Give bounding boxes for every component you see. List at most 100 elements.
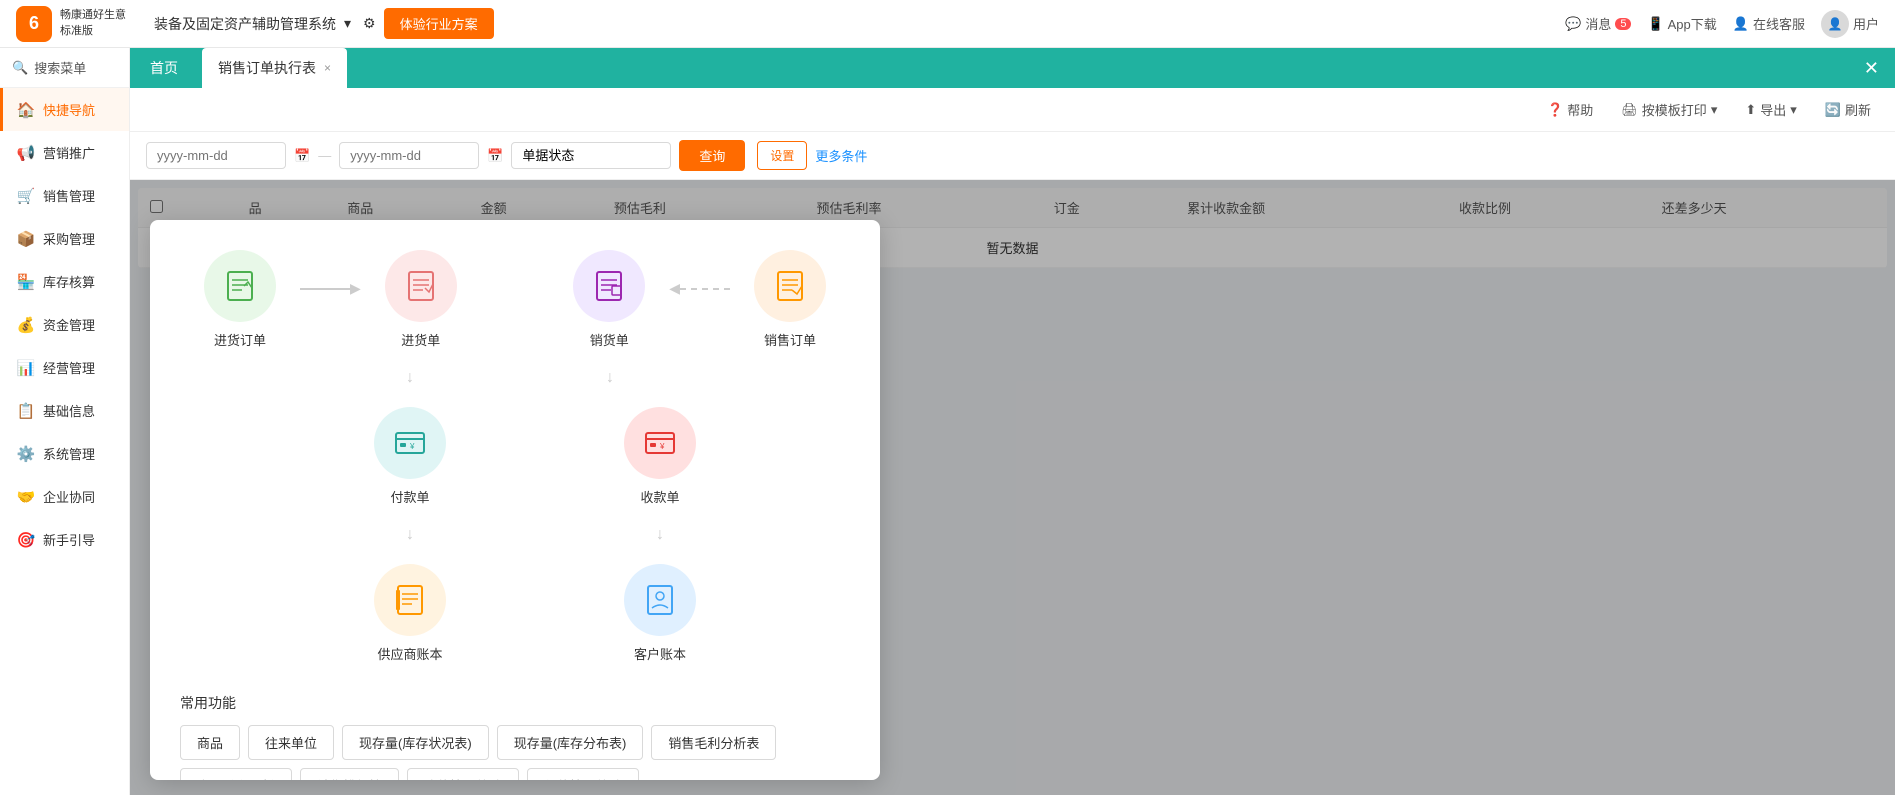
- app-download-label: App下载: [1668, 14, 1717, 33]
- sidebar-item-label-sales: 销售管理: [43, 186, 95, 205]
- flow-row-1: 进货订单 ▶: [180, 250, 850, 349]
- page-content: 品 商品 金额 预估毛利 预估毛利率 订金 累计收款金额 收款比例 还差多少天: [130, 180, 1895, 795]
- sidebar-item-quick-nav[interactable]: 🏠 快捷导航: [0, 88, 129, 131]
- purchase-order-label: 进货订单: [214, 330, 266, 349]
- arrow-2: ◀: [669, 280, 730, 297]
- sidebar-item-operations[interactable]: 📊 经营管理: [0, 346, 129, 389]
- tab-bar: 首页 销售订单执行表 × ✕: [130, 48, 1895, 88]
- sidebar-item-basic[interactable]: 📋 基础信息: [0, 389, 129, 432]
- func-btn-sales-profit[interactable]: 销售毛利分析表: [651, 725, 776, 760]
- gear-icon[interactable]: ⚙: [363, 15, 376, 32]
- service-icon: 👤: [1733, 16, 1749, 32]
- date-separator: —: [318, 148, 331, 163]
- down-arrow-payment-out: ↓: [350, 526, 470, 544]
- sidebar-item-sales[interactable]: 🛒 销售管理: [0, 174, 129, 217]
- tab-close-icon[interactable]: ×: [324, 61, 331, 75]
- more-conditions-link[interactable]: 更多条件: [815, 146, 867, 165]
- sidebar-item-purchase[interactable]: 📦 采购管理: [0, 217, 129, 260]
- template-print-label: 按模板打印: [1642, 100, 1707, 119]
- logo-area: 6 畅康通好生意 标准版: [16, 6, 146, 42]
- export-label: 导出: [1760, 100, 1786, 119]
- dropdown-icon[interactable]: ▾: [344, 15, 351, 32]
- status-select[interactable]: 单据状态: [511, 142, 671, 169]
- online-service-button[interactable]: 👤 在线客服: [1733, 14, 1805, 33]
- func-btn-stock-status[interactable]: 现存量(库存状况表): [342, 725, 489, 760]
- sidebar-item-label-quick-nav: 快捷导航: [43, 100, 95, 119]
- search-icon: 🔍: [12, 60, 28, 76]
- export-icon: ⬆: [1745, 102, 1756, 118]
- sidebar-item-system[interactable]: ⚙️ 系统管理: [0, 432, 129, 475]
- print-icon: 🖨: [1621, 102, 1638, 118]
- query-button[interactable]: 查询: [679, 140, 745, 171]
- sales-order-icon: [754, 250, 826, 322]
- template-print-button[interactable]: 🖨 按模板打印 ▾: [1613, 96, 1725, 123]
- window-close-button[interactable]: ✕: [1864, 58, 1879, 79]
- func-btn-payment-stat[interactable]: 付款情况统计: [527, 768, 639, 780]
- func-grid: 商品 往来单位 现存量(库存状况表) 现存量(库存分布表) 销售毛利分析表 商品…: [180, 725, 850, 780]
- sidebar-item-label-marketing: 营销推广: [43, 143, 95, 162]
- purchase-bill-icon: [385, 250, 457, 322]
- help-icon: ❓: [1547, 102, 1563, 118]
- down-arrow-sales: ↓: [550, 369, 670, 387]
- message-icon: 💬: [1565, 16, 1581, 32]
- sidebar-search-label: 搜索菜单: [34, 58, 86, 77]
- customer-ledger-label: 客户账本: [634, 644, 686, 663]
- func-btn-goods-profit[interactable]: 商品毛利分析: [180, 768, 292, 780]
- node-sales-order: 销售订单: [730, 250, 850, 349]
- help-button[interactable]: ❓ 帮助: [1539, 96, 1601, 123]
- func-btn-partner[interactable]: 往来单位: [248, 725, 334, 760]
- logo-text: 畅康通好生意 标准版: [60, 8, 126, 39]
- sidebar-item-label-enterprise: 企业协同: [43, 487, 95, 506]
- app-download-button[interactable]: 📱 App下载: [1647, 14, 1716, 33]
- purchase-icon: 📦: [17, 230, 35, 248]
- sidebar-item-enterprise[interactable]: 🤝 企业协同: [0, 475, 129, 518]
- trial-button[interactable]: 体验行业方案: [384, 8, 494, 39]
- tab-sales-order[interactable]: 销售订单执行表 ×: [202, 48, 347, 88]
- date-from-input[interactable]: [146, 142, 286, 169]
- download-icon: 📱: [1647, 16, 1663, 32]
- sidebar-search[interactable]: 🔍 搜索菜单: [0, 48, 129, 88]
- sidebar-item-inventory[interactable]: 🏪 库存核算: [0, 260, 129, 303]
- refresh-button[interactable]: 🔄 刷新: [1817, 96, 1879, 123]
- message-button[interactable]: 💬 消息 5: [1565, 14, 1631, 33]
- flow-row-arrows2: ↓ ↓: [180, 526, 850, 544]
- sidebar-item-marketing[interactable]: 📢 营销推广: [0, 131, 129, 174]
- toolbar: ❓ 帮助 🖨 按模板打印 ▾ ⬆ 导出 ▾ 🔄 刷新: [130, 88, 1895, 132]
- inventory-icon: 🏪: [17, 273, 35, 291]
- refresh-icon: 🔄: [1825, 102, 1841, 118]
- set-button[interactable]: 设置: [757, 141, 807, 170]
- payment-out-icon: ¥: [374, 407, 446, 479]
- content-area: 首页 销售订单执行表 × ✕ ❓ 帮助 🖨 按模板打印: [130, 48, 1895, 795]
- export-button[interactable]: ⬆ 导出 ▾: [1737, 96, 1804, 123]
- arrow-1: ▶: [300, 280, 361, 297]
- finance-icon: 💰: [17, 316, 35, 334]
- func-btn-goods[interactable]: 商品: [180, 725, 240, 760]
- calendar-icon2[interactable]: 📅: [487, 148, 503, 164]
- func-btn-stock-dist[interactable]: 现存量(库存分布表): [497, 725, 644, 760]
- tab-home[interactable]: 首页: [130, 48, 198, 88]
- calendar-icon[interactable]: 📅: [294, 148, 310, 164]
- guide-icon: 🎯: [17, 531, 35, 549]
- modal-dialog: 进货订单 ▶: [150, 220, 880, 780]
- logo-icon: 6: [16, 6, 52, 42]
- supplier-ledger-icon: [374, 564, 446, 636]
- operations-icon: 📊: [17, 359, 35, 377]
- common-functions: 常用功能 商品 往来单位 现存量(库存状况表) 现存量(库存分布表) 销售毛利分…: [180, 693, 850, 780]
- node-sales-bill: 销货单: [549, 250, 669, 349]
- sidebar-item-finance[interactable]: 💰 资金管理: [0, 303, 129, 346]
- date-to-input[interactable]: [339, 142, 479, 169]
- logo-line1: 畅康通好生意: [60, 8, 126, 23]
- user-menu[interactable]: 👤 用户: [1821, 10, 1879, 38]
- tab-sales-order-label: 销售订单执行表: [218, 58, 316, 78]
- app-container: 6 畅康通好生意 标准版 装备及固定资产辅助管理系统 ▾ ⚙ 体验行业方案 💬 …: [0, 0, 1895, 795]
- sidebar-item-label-purchase: 采购管理: [43, 229, 95, 248]
- sales-icon: 🛒: [17, 187, 35, 205]
- refresh-label: 刷新: [1845, 100, 1871, 119]
- node-purchase-bill: 进货单: [361, 250, 481, 349]
- func-btn-sales-rank[interactable]: 销售排行榜: [300, 768, 399, 780]
- quick-nav-icon: 🏠: [17, 101, 35, 119]
- flow-diagram: 进货订单 ▶: [180, 250, 850, 663]
- sidebar-item-guide[interactable]: 🎯 新手引导: [0, 518, 129, 561]
- sidebar-item-label-basic: 基础信息: [43, 401, 95, 420]
- func-btn-receipt-stat[interactable]: 收款情况统计: [407, 768, 519, 780]
